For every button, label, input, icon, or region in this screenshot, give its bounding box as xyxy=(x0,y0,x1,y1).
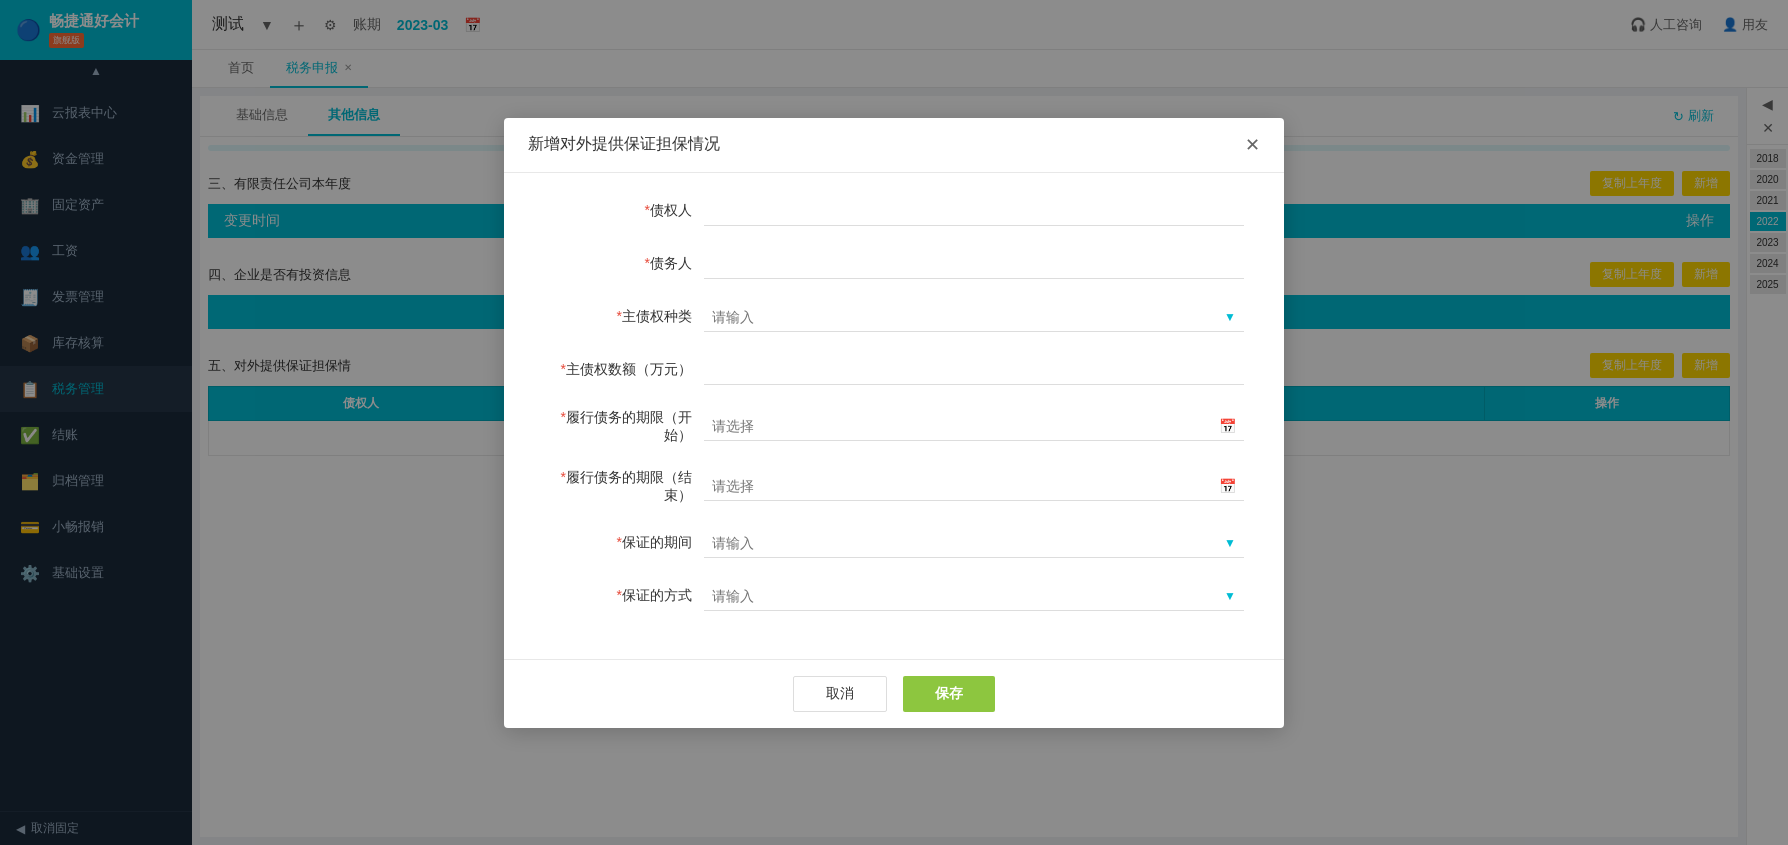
input-end-date[interactable] xyxy=(712,478,1219,494)
calendar-end-icon: 📅 xyxy=(1219,478,1236,494)
input-debt-amount[interactable] xyxy=(704,356,1244,385)
field-debtor: *债务人 xyxy=(544,250,1244,279)
label-debt-amount: *主债权数额（万元） xyxy=(544,361,704,379)
field-debt-amount: *主债权数额（万元） xyxy=(544,356,1244,385)
select-debt-type[interactable]: ▼ xyxy=(704,303,1244,332)
field-start-date: *履行债务的期限（开始） 📅 xyxy=(544,409,1244,445)
datepicker-end[interactable]: 📅 xyxy=(704,472,1244,501)
label-debtor: *债务人 xyxy=(544,255,704,273)
modal-title: 新增对外提供保证担保情况 xyxy=(528,134,720,155)
modal-body: *债权人 *债务人 xyxy=(504,173,1284,659)
content-area: 基础信息 其他信息 ↻ 刷新 三、有限责 xyxy=(192,88,1788,845)
label-start-date: *履行债务的期限（开始） xyxy=(544,409,704,445)
field-creditor: *债权人 xyxy=(544,197,1244,226)
field-guarantee-method: *保证的方式 ▼ xyxy=(544,582,1244,611)
modal-footer: 取消 保存 xyxy=(504,659,1284,728)
calendar-start-icon: 📅 xyxy=(1219,418,1236,434)
modal-close-button[interactable]: ✕ xyxy=(1245,134,1260,156)
label-end-date: *履行债务的期限（结束） xyxy=(544,469,704,505)
dropdown-icon: ▼ xyxy=(1224,310,1236,324)
dropdown-period-icon: ▼ xyxy=(1224,536,1236,550)
cancel-button[interactable]: 取消 xyxy=(793,676,887,712)
modal-dialog: 新增对外提供保证担保情况 ✕ *债权人 xyxy=(504,118,1284,728)
select-guarantee-method-input[interactable] xyxy=(712,588,1224,604)
field-debt-type: *主债权种类 ▼ xyxy=(544,303,1244,332)
label-debt-type: *主债权种类 xyxy=(544,308,704,326)
select-debt-type-input[interactable] xyxy=(712,309,1224,325)
dropdown-method-icon: ▼ xyxy=(1224,589,1236,603)
select-guarantee-method[interactable]: ▼ xyxy=(704,582,1244,611)
main-area: 测试 ▼ ＋ ⚙ 账期 2023-03 📅 🎧 人工咨询 👤 用友 首页 xyxy=(192,0,1788,845)
modal-overlay: 新增对外提供保证担保情况 ✕ *债权人 xyxy=(192,88,1788,845)
label-creditor: *债权人 xyxy=(544,202,704,220)
datepicker-start[interactable]: 📅 xyxy=(704,412,1244,441)
field-guarantee-period: *保证的期间 ▼ xyxy=(544,529,1244,558)
label-guarantee-method: *保证的方式 xyxy=(544,587,704,605)
select-guarantee-period-input[interactable] xyxy=(712,535,1224,551)
field-end-date: *履行债务的期限（结束） 📅 xyxy=(544,469,1244,505)
input-creditor[interactable] xyxy=(704,197,1244,226)
label-guarantee-period: *保证的期间 xyxy=(544,534,704,552)
modal-header: 新增对外提供保证担保情况 ✕ xyxy=(504,118,1284,173)
input-debtor[interactable] xyxy=(704,250,1244,279)
select-guarantee-period[interactable]: ▼ xyxy=(704,529,1244,558)
save-button[interactable]: 保存 xyxy=(903,676,995,712)
input-start-date[interactable] xyxy=(712,418,1219,434)
